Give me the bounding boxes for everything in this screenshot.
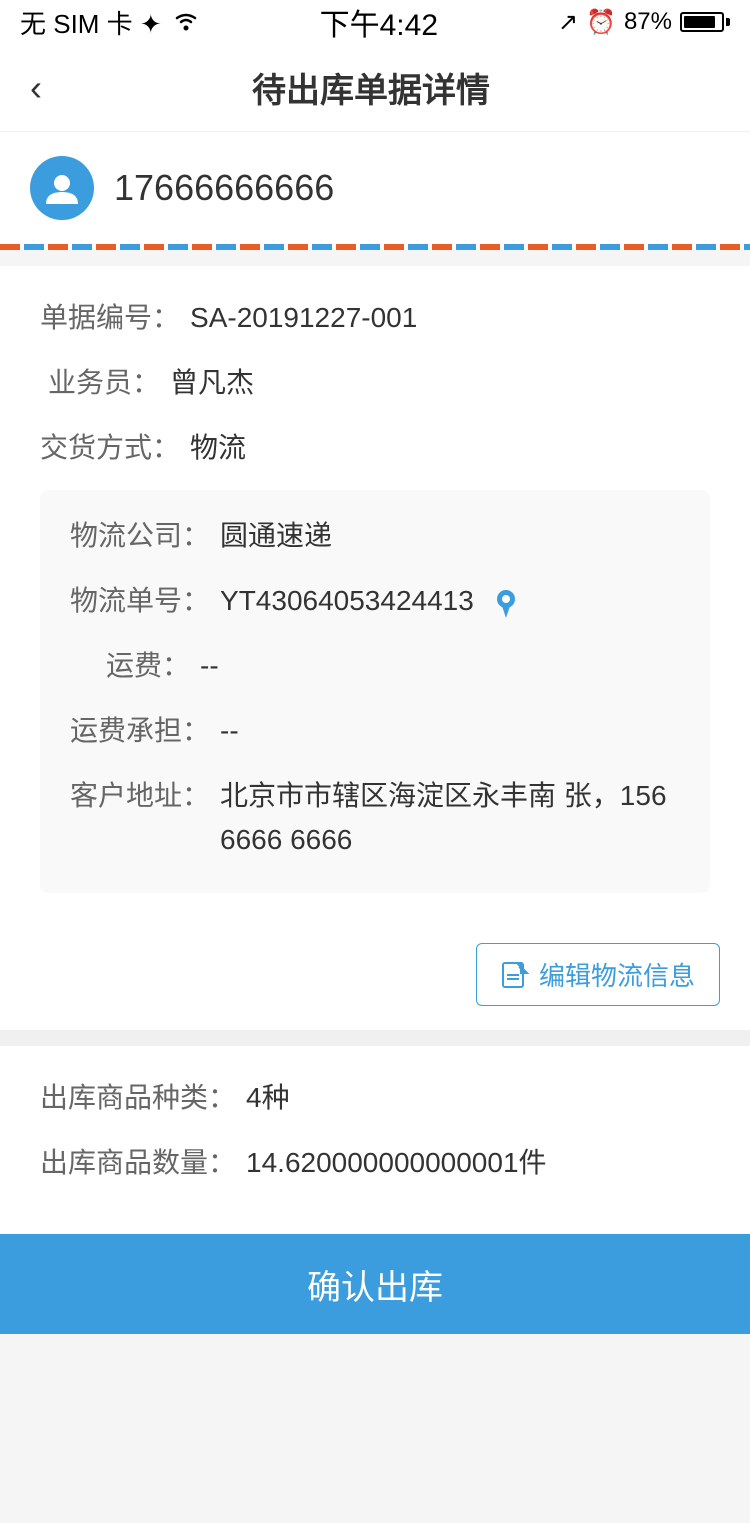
tracking-value-wrap: YT43064053424413 <box>220 579 680 624</box>
address-value: 北京市市辖区海淀区永丰南 张，156 6666 6666 <box>220 774 680 864</box>
edit-btn-row: 编辑物流信息 <box>0 923 750 1030</box>
freight-value: -- <box>200 644 680 689</box>
salesperson-label: 业务员： <box>40 361 170 406</box>
battery-icon <box>680 12 730 32</box>
order-no-label: 单据编号： <box>40 296 190 341</box>
goods-quantity-value: 14.620000000000001件 <box>246 1141 710 1186</box>
status-right: ↗ ⏰ 87% <box>558 8 730 37</box>
page-title: 待出库单据详情 <box>62 63 680 112</box>
confirm-outbound-button[interactable]: 确认出库 <box>0 1234 750 1334</box>
nav-bar: ‹ 待出库单据详情 <box>0 44 750 132</box>
confirm-btn-label: 确认出库 <box>307 1260 443 1309</box>
tracking-label: 物流单号： <box>70 579 220 624</box>
delivery-row: 交货方式： 物流 <box>40 426 710 471</box>
delivery-value: 物流 <box>190 426 710 471</box>
status-time: 下午4:42 <box>320 0 438 44</box>
salesperson-value: 曾凡杰 <box>170 361 710 406</box>
status-left: 无 SIM 卡 ✦ <box>20 4 200 41</box>
tracking-row: 物流单号： YT43064053424413 <box>70 579 680 624</box>
logistics-company-label: 物流公司： <box>70 514 220 559</box>
avatar <box>30 156 94 220</box>
freight-label: 运费： <box>70 644 200 689</box>
location-icon-wrap[interactable] <box>488 584 524 620</box>
edit-logistics-label: 编辑物流信息 <box>539 956 695 993</box>
address-row: 客户地址： 北京市市辖区海淀区永丰南 张，156 6666 6666 <box>70 774 680 864</box>
logistics-company-value: 圆通速递 <box>220 514 680 559</box>
customer-header: 17666666666 <box>0 132 750 244</box>
tracking-value: YT43064053424413 <box>220 579 474 624</box>
section-divider <box>0 1030 750 1046</box>
edit-logistics-button[interactable]: 编辑物流信息 <box>476 943 720 1006</box>
back-button[interactable]: ‹ <box>30 67 62 109</box>
location-arrow-icon: ↗ <box>558 8 578 37</box>
goods-quantity-row: 出库商品数量： 14.620000000000001件 <box>40 1141 710 1186</box>
order-no-row: 单据编号： SA-20191227-001 <box>40 296 710 341</box>
goods-type-value: 4种 <box>246 1076 710 1121</box>
battery-percent: 87% <box>624 8 672 36</box>
goods-type-row: 出库商品种类： 4种 <box>40 1076 710 1121</box>
freight-row: 运费： -- <box>70 644 680 689</box>
address-label: 客户地址： <box>70 774 220 819</box>
no-sim-text: 无 SIM 卡 ✦ <box>20 4 162 41</box>
logistics-company-row: 物流公司： 圆通速递 <box>70 514 680 559</box>
delivery-label: 交货方式： <box>40 426 190 471</box>
goods-type-label: 出库商品种类： <box>40 1076 246 1121</box>
order-no-value: SA-20191227-001 <box>190 296 710 341</box>
logistics-card: 物流公司： 圆通速递 物流单号： YT43064053424413 运费： -- <box>40 490 710 893</box>
freight-bearer-row: 运费承担： -- <box>70 709 680 754</box>
freight-bearer-value: -- <box>220 709 680 754</box>
status-bar: 无 SIM 卡 ✦ 下午4:42 ↗ ⏰ 87% <box>0 0 750 44</box>
wifi-icon <box>172 7 200 38</box>
dashed-divider <box>0 244 750 250</box>
basic-info-section: 单据编号： SA-20191227-001 业务员： 曾凡杰 交货方式： 物流 … <box>0 266 750 923</box>
freight-bearer-label: 运费承担： <box>70 709 220 754</box>
alarm-icon: ⏰ <box>586 8 616 37</box>
customer-phone: 17666666666 <box>114 167 334 209</box>
goods-quantity-label: 出库商品数量： <box>40 1141 246 1186</box>
goods-section: 出库商品种类： 4种 出库商品数量： 14.620000000000001件 <box>0 1046 750 1216</box>
bottom-spacer <box>0 1323 750 1523</box>
salesperson-row: 业务员： 曾凡杰 <box>40 361 710 406</box>
